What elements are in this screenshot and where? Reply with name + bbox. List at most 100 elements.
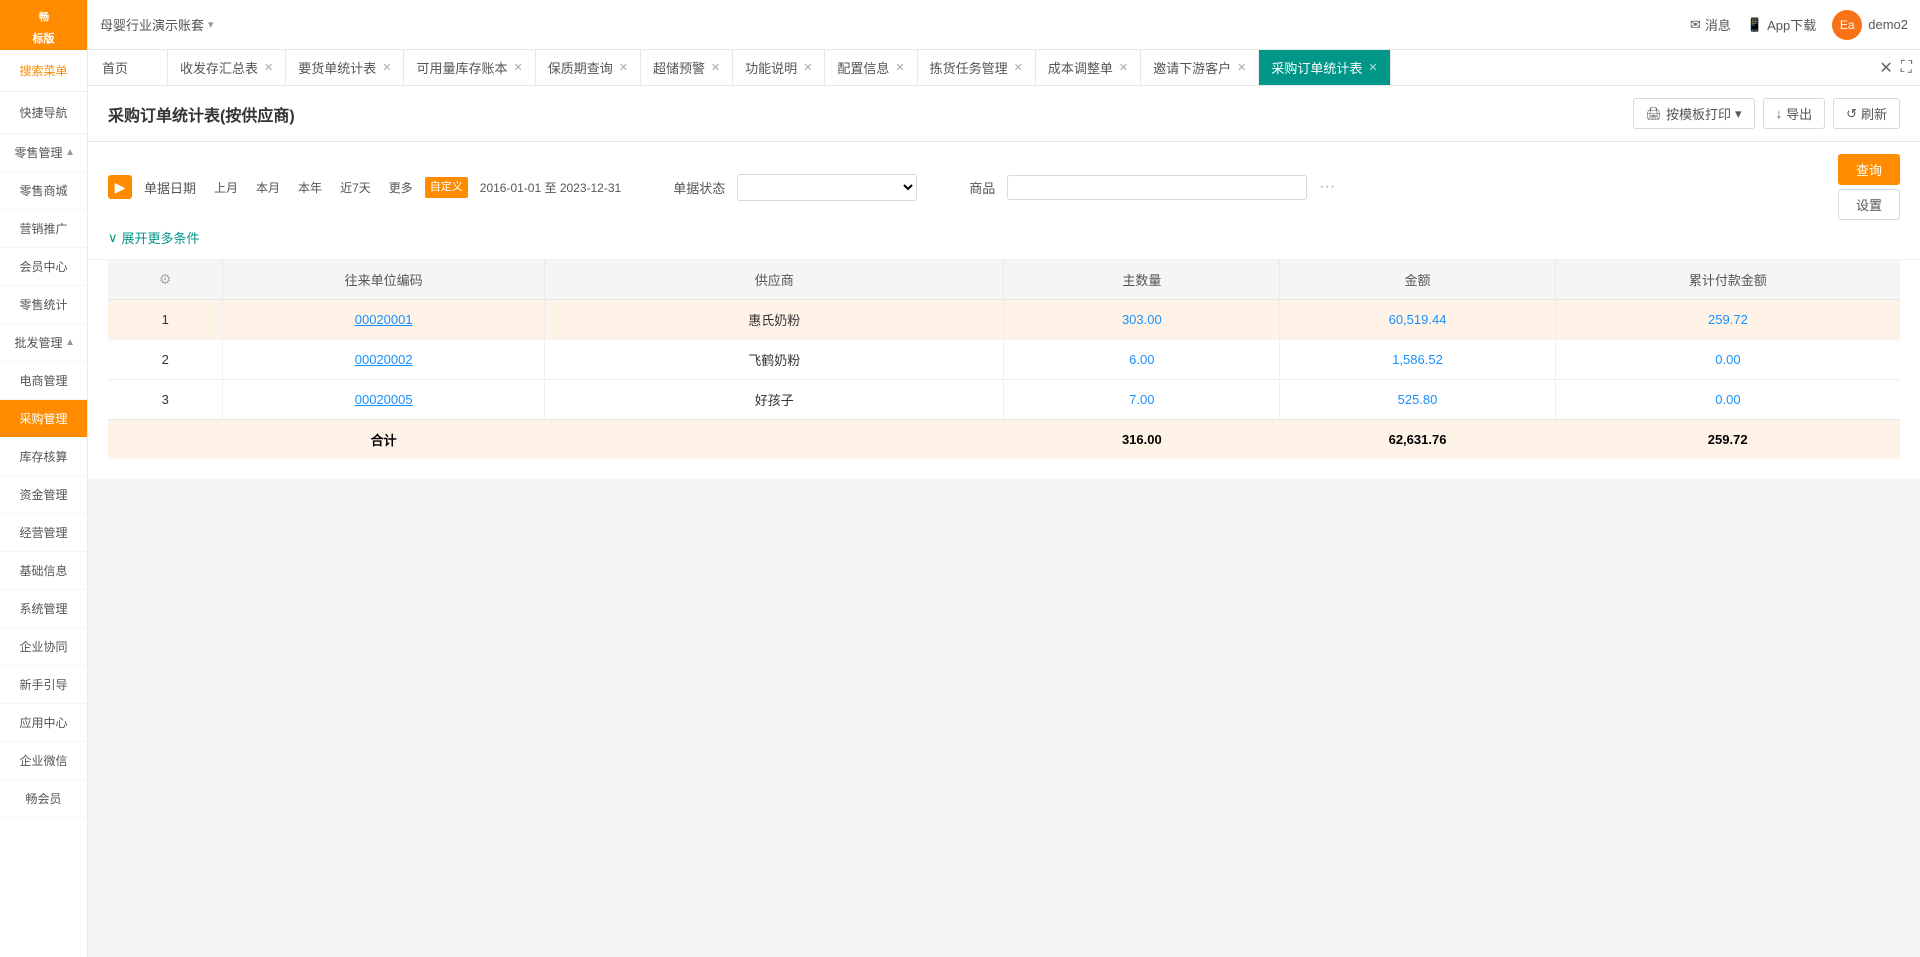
app-download-action[interactable]: 📱 App下载 — [1747, 15, 1816, 34]
table-row: 2 00020002 飞鹤奶粉 6.00 1,586.52 0.00 — [108, 340, 1900, 380]
sidebar-item-marketing[interactable]: 营销推广 — [0, 210, 87, 248]
tab-close-icon[interactable]: ✕ — [711, 61, 720, 74]
tab-config-info[interactable]: 配置信息✕ — [825, 50, 917, 85]
tab-close-icon[interactable]: ✕ — [895, 61, 904, 74]
content-area: 采购订单统计表(按供应商) 🖨 按模板打印 ▾ ↓ 导出 ↺ 刷新 — [88, 86, 1920, 957]
expand-more-button[interactable]: ∨ 展开更多条件 — [108, 228, 1900, 247]
refresh-label: 刷新 — [1861, 104, 1887, 123]
workspace-label: 母婴行业演示账套 — [100, 15, 204, 34]
row-code[interactable]: 00020002 — [223, 340, 545, 380]
sidebar-shortcut-label[interactable]: 快捷导航 — [6, 100, 81, 125]
tab-close-icon[interactable]: ✕ — [619, 61, 628, 74]
sidebar-item-label: 零售商城 — [12, 182, 75, 199]
tab-close-icon[interactable]: ✕ — [382, 61, 391, 74]
row-code[interactable]: 00020005 — [223, 380, 545, 420]
row-amount[interactable]: 60,519.44 — [1280, 300, 1556, 340]
goods-filter-label: 商品 — [969, 178, 995, 197]
row-amount[interactable]: 525.80 — [1280, 380, 1556, 420]
sidebar-item-wholesale[interactable]: 批发管理▲ — [0, 324, 87, 362]
main-area: 母婴行业演示账套 ▾ ✉ 消息 📱 App下载 Ea demo2 首页 收发存汇总… — [88, 0, 1920, 957]
query-button[interactable]: 查询 — [1838, 154, 1900, 185]
tab-receive-send[interactable]: 收发存汇总表✕ — [168, 50, 286, 85]
tab-order-stat[interactable]: 要货单统计表 ✕ — [286, 50, 404, 85]
sidebar-item-member[interactable]: 会员中心 — [0, 248, 87, 286]
sidebar-item-ecommerce[interactable]: 电商管理 — [0, 362, 87, 400]
fullscreen-icon[interactable]: ⛶ — [1901, 59, 1912, 77]
footer-paid: 259.72 — [1555, 420, 1900, 460]
svg-text:畅: 畅 — [38, 11, 48, 24]
row-qty[interactable]: 6.00 — [1004, 340, 1280, 380]
sidebar-item-guide[interactable]: 新手引导 — [0, 666, 87, 704]
workspace-selector[interactable]: 母婴行业演示账套 ▾ — [100, 15, 1690, 34]
tab-close-icon[interactable]: ✕ — [803, 61, 812, 74]
refresh-button[interactable]: ↺ 刷新 — [1833, 98, 1900, 129]
status-filter-label: 单据状态 — [673, 178, 725, 197]
shortcut-last-month[interactable]: 上月 — [208, 177, 244, 198]
avatar: Ea — [1832, 10, 1862, 40]
setting-button[interactable]: 设置 — [1838, 189, 1900, 220]
sidebar-item-finance[interactable]: 资金管理 — [0, 476, 87, 514]
tab-end-actions: ✕ ⛶ — [1871, 50, 1920, 85]
row-paid[interactable]: 0.00 — [1555, 340, 1900, 380]
sidebar-item-retail[interactable]: 零售管理▲ — [0, 134, 87, 172]
print-button[interactable]: 🖨 按模板打印 ▾ — [1633, 98, 1755, 129]
row-paid[interactable]: 259.72 — [1555, 300, 1900, 340]
sidebar-item-system[interactable]: 系统管理 — [0, 590, 87, 628]
sidebar: 畅 标版 搜索菜单 快捷导航 零售管理▲零售商城营销推广会员中心零售统计批发管理… — [0, 0, 88, 957]
tab-close-icon[interactable]: ✕ — [1119, 61, 1128, 74]
tab-close-icon[interactable]: ✕ — [1014, 61, 1023, 74]
sidebar-item-vip[interactable]: 畅会员 — [0, 780, 87, 818]
shortcut-this-year[interactable]: 本年 — [292, 177, 328, 198]
tab-pick-task[interactable]: 拣货任务管理✕ — [918, 50, 1036, 85]
row-amount[interactable]: 1,586.52 — [1280, 340, 1556, 380]
row-paid[interactable]: 0.00 — [1555, 380, 1900, 420]
goods-input[interactable] — [1007, 175, 1307, 200]
sidebar-search-label[interactable]: 搜索菜单 — [6, 58, 81, 83]
row-code[interactable]: 00020001 — [223, 300, 545, 340]
sidebar-item-label: 资金管理 — [12, 486, 75, 503]
tab-invite-downstream[interactable]: 邀请下游客户✕ — [1141, 50, 1259, 85]
tab-cost-adjust[interactable]: 成本调整单✕ — [1036, 50, 1141, 85]
sidebar-item-inventory[interactable]: 库存核算 — [0, 438, 87, 476]
row-supplier: 飞鹤奶粉 — [545, 340, 1004, 380]
tab-close-icon[interactable]: ✕ — [1368, 61, 1377, 74]
shortcut-7days[interactable]: 近7天 — [334, 177, 377, 198]
status-select[interactable] — [737, 174, 917, 201]
tab-home[interactable]: 首页 — [88, 50, 168, 85]
row-qty[interactable]: 303.00 — [1004, 300, 1280, 340]
goods-more-icon[interactable]: ··· — [1319, 178, 1335, 196]
close-all-tabs-icon[interactable]: ✕ — [1879, 58, 1892, 78]
sidebar-arrow-icon: ▲ — [65, 337, 75, 348]
expand-icon: ∨ — [108, 230, 118, 246]
column-settings-icon[interactable]: ⚙ — [159, 271, 172, 287]
tab-label: 首页 — [102, 58, 128, 77]
tab-close-icon[interactable]: ✕ — [1237, 61, 1246, 74]
page-header: 采购订单统计表(按供应商) 🖨 按模板打印 ▾ ↓ 导出 ↺ 刷新 — [88, 86, 1920, 142]
filter-toggle[interactable]: ▶ — [108, 175, 132, 199]
tab-function-desc[interactable]: 功能说明✕ — [733, 50, 825, 85]
export-button[interactable]: ↓ 导出 — [1763, 98, 1826, 129]
tab-label: 要货单统计表 — [298, 58, 376, 77]
sidebar-item-label: 库存核算 — [12, 448, 75, 465]
sidebar-item-retail-mall[interactable]: 零售商城 — [0, 172, 87, 210]
tab-close-icon[interactable]: ✕ — [264, 61, 273, 74]
tab-expiry-query[interactable]: 保质期查询✕ — [536, 50, 641, 85]
sidebar-item-wechat[interactable]: 企业微信 — [0, 742, 87, 780]
shortcut-more[interactable]: 更多 — [383, 177, 419, 198]
sidebar-item-app-center[interactable]: 应用中心 — [0, 704, 87, 742]
sidebar-item-operations[interactable]: 经营管理 — [0, 514, 87, 552]
sidebar-item-retail-stat[interactable]: 零售统计 — [0, 286, 87, 324]
user-profile[interactable]: Ea demo2 — [1832, 10, 1908, 40]
sidebar-item-collab[interactable]: 企业协同 — [0, 628, 87, 666]
sidebar-item-basic[interactable]: 基础信息 — [0, 552, 87, 590]
sidebar-item-purchase[interactable]: 采购管理 — [0, 400, 87, 438]
table-row: 1 00020001 惠氏奶粉 303.00 60,519.44 259.72 — [108, 300, 1900, 340]
shortcut-this-month[interactable]: 本月 — [250, 177, 286, 198]
tab-purchase-order-stat[interactable]: 采购订单统计表✕ — [1259, 50, 1390, 85]
tab-usable-inventory[interactable]: 可用量库存账本✕ — [404, 50, 535, 85]
message-action[interactable]: ✉ 消息 — [1690, 15, 1731, 34]
tab-overstock[interactable]: 超储预警✕ — [641, 50, 733, 85]
row-qty[interactable]: 7.00 — [1004, 380, 1280, 420]
sidebar-item-label: 企业协同 — [12, 638, 75, 655]
tab-close-icon[interactable]: ✕ — [513, 61, 522, 74]
